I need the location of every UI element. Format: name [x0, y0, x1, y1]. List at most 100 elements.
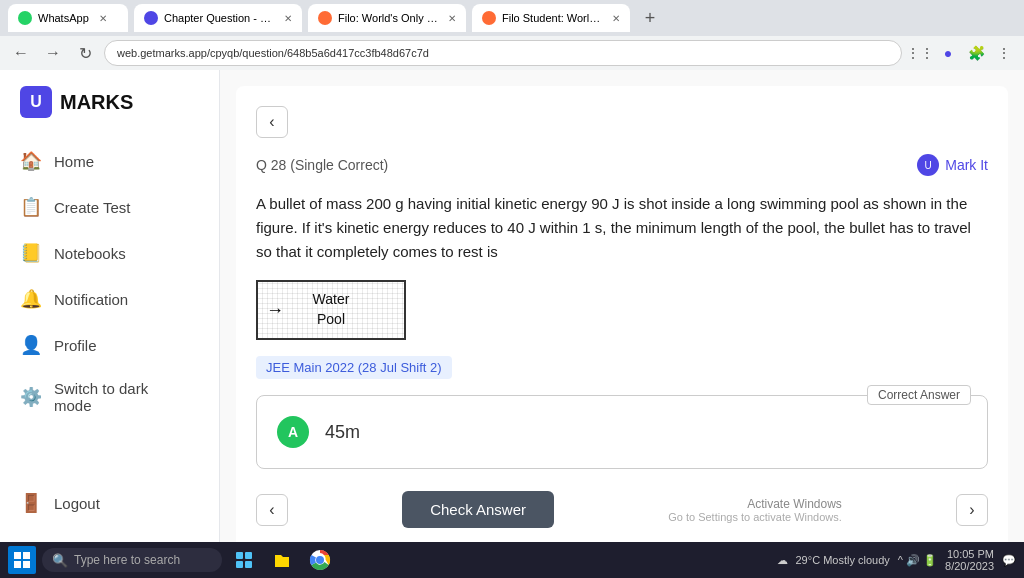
answer-value: 45m: [325, 422, 360, 443]
app-container: U MARKS 🏠 Home 📋 Create Test 📒 Notebooks…: [0, 70, 1024, 542]
more-options-icon[interactable]: ⋮: [992, 41, 1016, 65]
sidebar-item-label: Notebooks: [54, 245, 126, 262]
sidebar-item-notification[interactable]: 🔔 Notification: [0, 276, 219, 322]
tab-filo2[interactable]: Filo Student: World's Only Li... ✕: [472, 4, 630, 32]
tab-close-btn[interactable]: ✕: [612, 13, 620, 24]
create-test-icon: 📋: [20, 196, 42, 218]
browser-tabs: WhatsApp ✕ Chapter Question - MARKS App …: [0, 0, 1024, 36]
back-browser-btn[interactable]: ←: [8, 40, 34, 66]
extensions-icon[interactable]: 🧩: [964, 41, 988, 65]
bullet-arrow: →: [266, 300, 284, 321]
start-button[interactable]: [8, 546, 36, 574]
date-display: 8/20/2023: [945, 560, 994, 572]
taskbar-widgets-icon[interactable]: [228, 544, 260, 576]
new-tab-btn[interactable]: +: [636, 4, 664, 32]
sidebar-item-label: Home: [54, 153, 94, 170]
tab-label: Filo: World's Only Live Instant T...: [338, 12, 438, 24]
svg-rect-1: [23, 552, 30, 559]
svg-rect-5: [245, 552, 252, 559]
sidebar-item-create-test[interactable]: 📋 Create Test: [0, 184, 219, 230]
sidebar-item-label: Notification: [54, 291, 128, 308]
logo-text: MARKS: [60, 91, 133, 114]
tab-label: Chapter Question - MARKS App: [164, 12, 274, 24]
svg-rect-0: [14, 552, 21, 559]
url-bar[interactable]: web.getmarks.app/cpyqb/question/648b5a6d…: [104, 40, 902, 66]
sidebar-item-notebooks[interactable]: 📒 Notebooks: [0, 230, 219, 276]
sidebar-item-label: Profile: [54, 337, 97, 354]
notification-icon: 🔔: [20, 288, 42, 310]
mark-it-label: Mark It: [945, 157, 988, 173]
windows-notice-line1: Activate Windows: [668, 497, 842, 511]
logo-icon: U: [20, 86, 52, 118]
system-icons: ^ 🔊 🔋: [898, 554, 937, 567]
sidebar-item-profile[interactable]: 👤 Profile: [0, 322, 219, 368]
dark-mode-icon: ⚙️: [20, 386, 42, 408]
svg-rect-4: [236, 552, 243, 559]
tab-label: Filo Student: World's Only Li...: [502, 12, 602, 24]
question-header: Q 28 (Single Correct) U Mark It: [256, 154, 988, 176]
taskbar-file-explorer-icon[interactable]: [266, 544, 298, 576]
windows-notice-line2: Go to Settings to activate Windows.: [668, 511, 842, 523]
sidebar-item-dark-mode[interactable]: ⚙️ Switch to darkmode: [0, 368, 219, 426]
browser-action-icons: ⋮⋮ ● 🧩 ⋮: [908, 41, 1016, 65]
question-text: A bullet of mass 200 g having initial ki…: [256, 192, 988, 264]
home-icon: 🏠: [20, 150, 42, 172]
profile-icon[interactable]: ●: [936, 41, 960, 65]
svg-rect-2: [14, 561, 21, 568]
taskbar-search-placeholder: Type here to search: [74, 553, 180, 567]
question-card: ‹ Q 28 (Single Correct) U Mark It A bull…: [236, 86, 1008, 542]
back-btn[interactable]: ‹: [256, 106, 288, 138]
windows-activation-notice: Activate Windows Go to Settings to activ…: [668, 497, 842, 523]
sidebar-item-home[interactable]: 🏠 Home: [0, 138, 219, 184]
mark-it-button[interactable]: U Mark It: [917, 154, 988, 176]
correct-answer-badge: Correct Answer: [867, 385, 971, 405]
check-answer-button[interactable]: Check Answer: [402, 491, 554, 528]
url-text: web.getmarks.app/cpyqb/question/648b5a6d…: [117, 47, 429, 59]
weather-text: 29°C Mostly cloudy: [796, 554, 890, 566]
answer-row: A 45m: [277, 416, 967, 448]
marks-icon: U: [917, 154, 939, 176]
forward-browser-btn[interactable]: →: [40, 40, 66, 66]
logout-icon: 🚪: [20, 492, 42, 514]
google-apps-icon[interactable]: ⋮⋮: [908, 41, 932, 65]
answer-option-circle: A: [277, 416, 309, 448]
svg-rect-7: [245, 561, 252, 568]
sidebar-item-logout[interactable]: 🚪 Logout: [0, 480, 219, 526]
tab-whatsapp[interactable]: WhatsApp ✕: [8, 4, 128, 32]
tab-close-btn[interactable]: ✕: [448, 13, 456, 24]
clock: 10:05 PM 8/20/2023: [945, 548, 994, 572]
taskbar: 🔍 Type here to search ☁ 29°C Mostly clou…: [0, 542, 1024, 578]
main-content: ‹ Q 28 (Single Correct) U Mark It A bull…: [220, 70, 1024, 542]
prev-question-btn[interactable]: ‹: [256, 494, 288, 526]
filo-favicon: [482, 11, 496, 25]
taskbar-chrome-icon[interactable]: [304, 544, 336, 576]
taskbar-search[interactable]: 🔍 Type here to search: [42, 548, 222, 572]
sidebar-item-label: Logout: [54, 495, 100, 512]
svg-rect-6: [236, 561, 243, 568]
notifications-icon[interactable]: 💬: [1002, 554, 1016, 567]
taskbar-system-tray: ☁ 29°C Mostly cloudy ^ 🔊 🔋 10:05 PM 8/20…: [777, 548, 1017, 572]
navigation-footer: ‹ Check Answer Activate Windows Go to Se…: [256, 481, 988, 538]
weather-info: ☁: [777, 554, 788, 567]
next-question-btn[interactable]: ›: [956, 494, 988, 526]
tab-close-btn[interactable]: ✕: [284, 13, 292, 24]
correct-answer-panel: Correct Answer A 45m: [256, 395, 988, 469]
whatsapp-favicon: [18, 11, 32, 25]
pool-diagram: → Water Pool: [256, 280, 406, 340]
svg-rect-3: [23, 561, 30, 568]
tab-filo1[interactable]: Filo: World's Only Live Instant T... ✕: [308, 4, 466, 32]
browser-address-bar: ← → ↻ web.getmarks.app/cpyqb/question/64…: [0, 36, 1024, 70]
sidebar: U MARKS 🏠 Home 📋 Create Test 📒 Notebooks…: [0, 70, 220, 542]
pool-text: Water Pool: [313, 290, 350, 329]
question-label: Q 28 (Single Correct): [256, 157, 388, 173]
refresh-btn[interactable]: ↻: [72, 40, 98, 66]
tab-marks[interactable]: Chapter Question - MARKS App ✕: [134, 4, 302, 32]
marks-favicon: [144, 11, 158, 25]
tab-close-btn[interactable]: ✕: [99, 13, 107, 24]
question-tag[interactable]: JEE Main 2022 (28 Jul Shift 2): [256, 356, 452, 379]
svg-point-9: [316, 556, 324, 564]
notebooks-icon: 📒: [20, 242, 42, 264]
sidebar-item-label: Switch to darkmode: [54, 380, 148, 414]
tab-label: WhatsApp: [38, 12, 89, 24]
time-display: 10:05 PM: [945, 548, 994, 560]
